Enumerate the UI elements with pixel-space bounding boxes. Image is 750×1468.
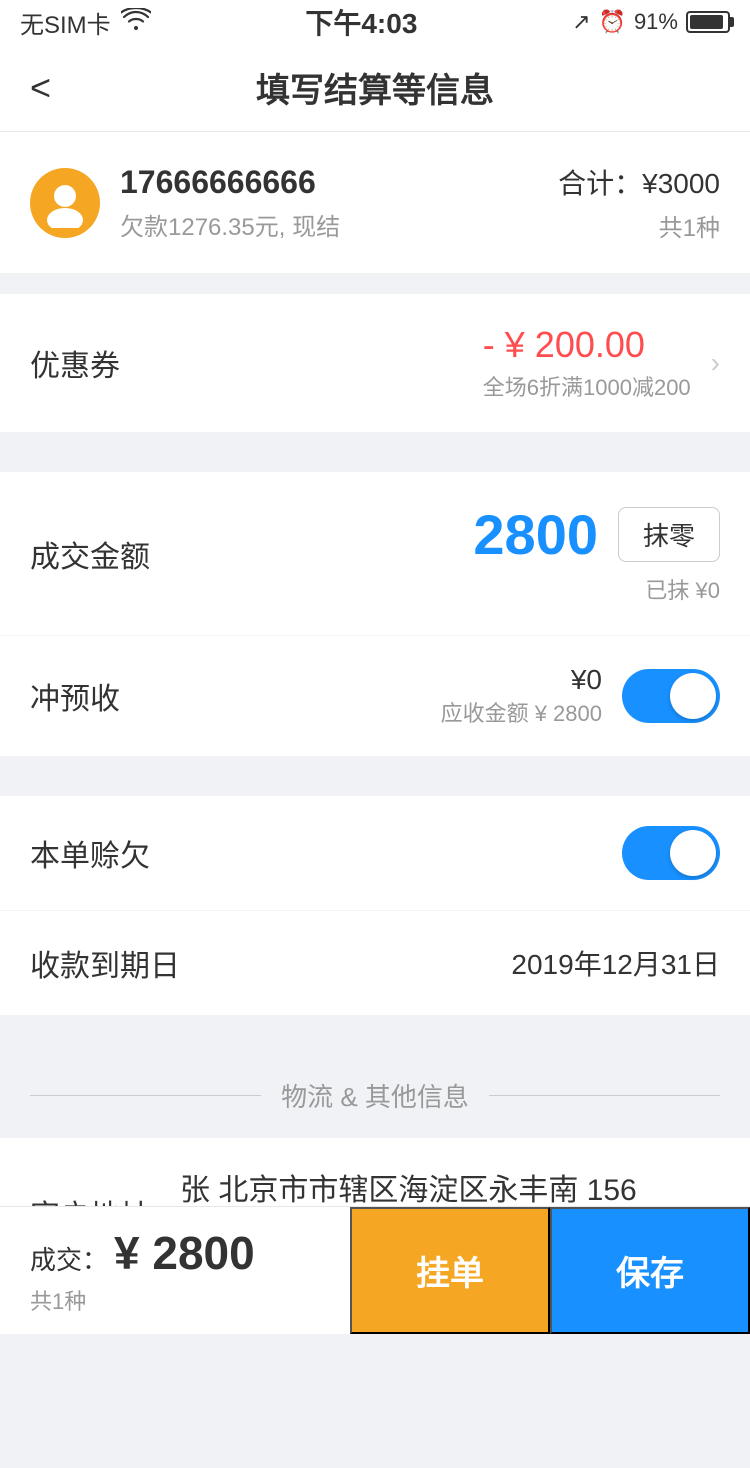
debit-section: 本单赊欠 收款到期日 2019年12月31日: [0, 796, 750, 1015]
amount-section: 成交金额 2800 抹零 已抹 ¥0 冲预收 ¥0 应收金额 ¥ 2800: [0, 472, 750, 756]
save-button[interactable]: 保存: [550, 1207, 750, 1334]
customer-left: 17666666666 欠款1276.35元, 现结: [30, 164, 340, 242]
prepaid-label: 冲预收: [30, 674, 120, 718]
page-title: 填写结算等信息: [256, 63, 494, 112]
time-display: 下午4:03: [305, 2, 417, 42]
bottom-bar: 成交： ¥ 2800 共1种 挂单 保存: [0, 1206, 750, 1334]
gray-divider-1: [0, 432, 750, 452]
coupon-chevron-icon: ›: [711, 347, 720, 379]
total-amount: 合计：¥3000: [558, 162, 720, 202]
status-right: ↗ ⏰ 91%: [572, 9, 730, 35]
hold-order-button[interactable]: 挂单: [350, 1207, 550, 1334]
debit-toggle[interactable]: [622, 826, 720, 880]
carrier-text: 无SIM卡: [20, 5, 111, 40]
gray-divider-2: [0, 756, 750, 776]
back-button[interactable]: <: [30, 67, 51, 109]
deal-label: 成交：: [30, 1240, 108, 1277]
battery-icon: [686, 11, 730, 33]
coupon-discount: - ¥ 200.00: [483, 324, 691, 366]
customer-debt: 欠款1276.35元, 现结: [120, 207, 340, 242]
bottom-summary: 成交： ¥ 2800 共1种: [0, 1226, 350, 1316]
bottom-amount: ¥ 2800: [114, 1226, 255, 1280]
user-avatar-icon: [40, 178, 90, 228]
due-date-value: 2019年12月31日: [511, 943, 720, 983]
status-left: 无SIM卡: [20, 5, 151, 40]
due-date-row: 收款到期日 2019年12月31日: [0, 911, 750, 1015]
debit-row: 本单赊欠: [0, 796, 750, 911]
toggle-knob: [670, 673, 716, 719]
location-icon: ↗: [572, 9, 590, 35]
round-off-button[interactable]: 抹零: [618, 507, 720, 562]
amount-value-wrap: 2800 抹零: [473, 502, 720, 567]
customer-card: 17666666666 欠款1276.35元, 现结 合计：¥3000 共1种: [0, 132, 750, 274]
customer-total: 合计：¥3000 共1种: [558, 162, 720, 243]
nav-bar: < 填写结算等信息: [0, 44, 750, 132]
debit-label: 本单赊欠: [30, 831, 150, 875]
divider-line-right: [489, 1095, 720, 1096]
battery-percent: 91%: [634, 9, 678, 35]
coupon-desc: 全场6折满1000减200: [483, 370, 691, 402]
prepaid-row: 冲预收 ¥0 应收金额 ¥ 2800: [0, 636, 750, 756]
prepaid-amount: ¥0: [441, 664, 602, 696]
transaction-amount-row: 成交金额 2800 抹零 已抹 ¥0: [0, 472, 750, 636]
wifi-icon: [121, 8, 151, 37]
prepaid-receivable: 应收金额 ¥ 2800: [441, 696, 602, 728]
alarm-icon: ⏰: [599, 9, 626, 35]
status-bar: 无SIM卡 下午4:03 ↗ ⏰ 91%: [0, 0, 750, 44]
coupon-right: - ¥ 200.00 全场6折满1000减200 ›: [483, 324, 720, 402]
prepaid-toggle[interactable]: [622, 669, 720, 723]
gray-divider-3: [0, 1015, 750, 1035]
coupon-label: 优惠券: [30, 341, 120, 385]
customer-phone: 17666666666: [120, 164, 340, 201]
avatar: [30, 168, 100, 238]
bottom-count: 共1种: [30, 1284, 320, 1316]
item-count: 共1种: [558, 208, 720, 243]
customer-info: 17666666666 欠款1276.35元, 现结: [120, 164, 340, 242]
debit-toggle-knob: [670, 830, 716, 876]
coupon-row[interactable]: 优惠券 - ¥ 200.00 全场6折满1000减200 ›: [0, 294, 750, 432]
coupon-section: 优惠券 - ¥ 200.00 全场6折满1000减200 ›: [0, 294, 750, 432]
amount-label: 成交金额: [30, 532, 150, 576]
logistics-divider: 物流 & 其他信息: [0, 1055, 750, 1136]
amount-value: 2800: [473, 502, 598, 567]
amount-sub-text: 已抹 ¥0: [645, 573, 720, 605]
due-date-label: 收款到期日: [30, 941, 180, 985]
divider-line-left: [30, 1095, 261, 1096]
logistics-text: 物流 & 其他信息: [281, 1077, 469, 1114]
